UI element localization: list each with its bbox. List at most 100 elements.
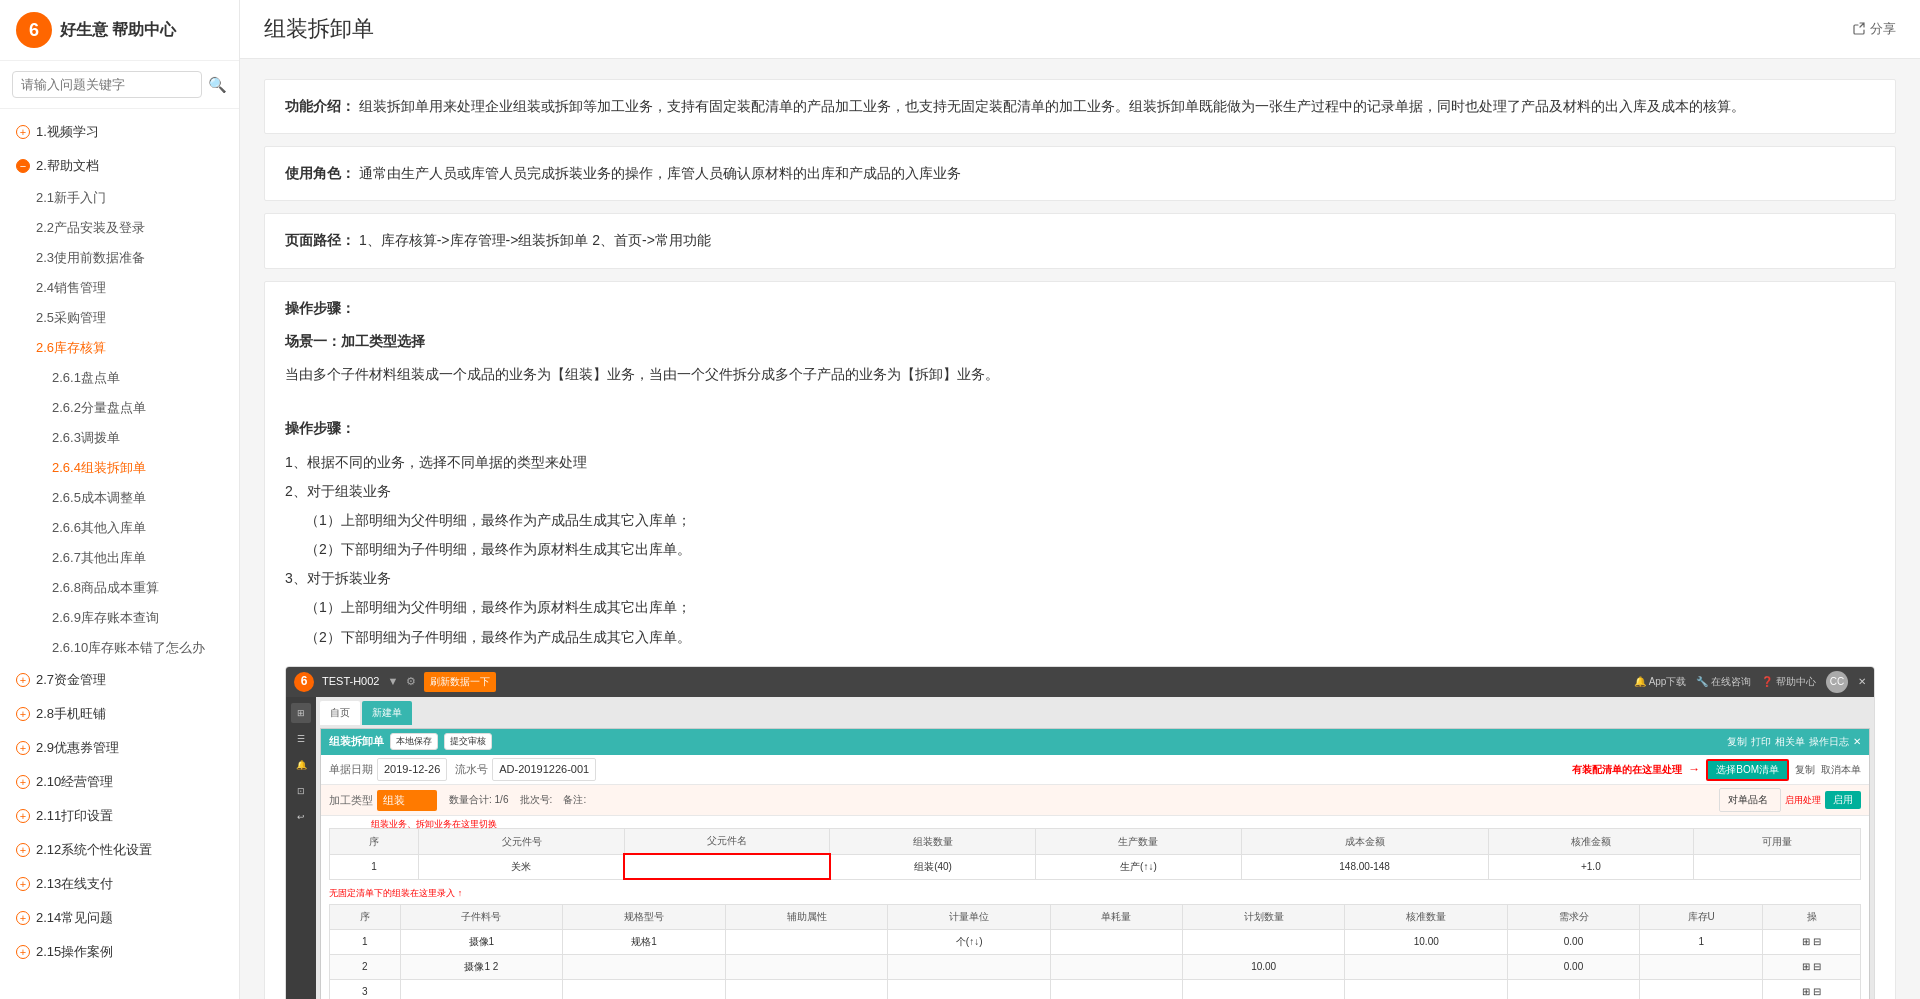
num-val: AD-20191226-001 <box>492 758 596 782</box>
app-title: 好生意 帮助中心 <box>60 20 176 41</box>
sidebar-item-docs-2-4[interactable]: 2.4销售管理 <box>0 273 239 303</box>
main-panel: 组装拆卸单 分享 功能介绍： 组装拆卸单用来处理企业组装或拆卸等加工业务，支持有… <box>240 0 1920 999</box>
sidebar-item-docs-2-5[interactable]: 2.5采购管理 <box>0 303 239 333</box>
scene-desc: 当由多个子件材料组装成一个成品的业务为【组装】业务，当由一个父件拆分成多个子产品… <box>285 362 1875 387</box>
intro-block: 功能介绍： 组装拆卸单用来处理企业组装或拆卸等加工业务，支持有固定装配清单的产品… <box>264 79 1896 134</box>
sim-lower-table: 序 子件料号 规格型号 辅助属性 计量单位 单耗量 计划数量 核 <box>329 904 1861 999</box>
sidebar-item-docs-2-6-2[interactable]: 2.6.2分量盘点单 <box>0 393 239 423</box>
expand-icon <box>16 673 30 687</box>
share-button[interactable]: 分享 <box>1852 20 1896 38</box>
sidebar-item-docs-2-2[interactable]: 2.2产品安装及登录 <box>0 213 239 243</box>
share-icon <box>1852 22 1866 36</box>
sidebar-item-faq[interactable]: 2.14常见问题 <box>0 901 239 935</box>
sidebar-item-settings[interactable]: 2.12系统个性化设置 <box>0 833 239 867</box>
annotation1-text: 有装配清单的在这里处理 <box>1572 761 1682 779</box>
sim-tab-home[interactable]: 自页 <box>320 701 360 725</box>
annotation2-text: 组装业务、拆卸业务在这里切换 <box>371 819 497 829</box>
sim-screenshot: 6 TEST-H002 ▼ ⚙ 刷新数据一下 🔔 App下载 🔧 在线咨询 ❓ … <box>286 667 1874 999</box>
sim-copy-text: 复制 <box>1795 761 1815 779</box>
sim-tab-new[interactable]: 新建单 <box>362 701 412 725</box>
sim-enable-btn[interactable]: 启用 <box>1825 791 1861 809</box>
sidebar-item-docs-2-1[interactable]: 2.1新手入门 <box>0 183 239 213</box>
step2: 2、对于组装业务 <box>285 479 1875 504</box>
role-label: 使用角色： <box>285 165 355 181</box>
date-val: 2019-12-26 <box>377 758 447 782</box>
col-approve-amt: 核准金额 <box>1488 829 1694 855</box>
col-parent-name: 父元件名 <box>624 829 830 855</box>
path-block: 页面路径： 1、库存核算->库存管理->组装拆卸单 2、首页->常用功能 <box>264 213 1896 268</box>
table-row: 2 摄像1 2 10.00 <box>330 955 1861 980</box>
num-label: 流水号 <box>455 760 488 780</box>
sidebar-item-coupon[interactable]: 2.9优惠券管理 <box>0 731 239 765</box>
step3-1: （1）上部明细为父件明细，最终作为原材料生成其它出库单； <box>285 595 1875 620</box>
steps-block: 操作步骤： 场景一：加工类型选择 当由多个子件材料组装成一个成品的业务为【组装】… <box>264 281 1896 999</box>
sidebar-item-docs[interactable]: 2.帮助文档 <box>0 149 239 183</box>
main-content: 功能介绍： 组装拆卸单用来处理企业组装或拆卸等加工业务，支持有固定装配清单的产品… <box>240 59 1920 999</box>
sim-field-num: 流水号 AD-20191226-001 <box>455 758 596 782</box>
sidebar-item-video[interactable]: 1.视频学习 <box>0 115 239 149</box>
sim-bom-btn-wrapper: 选择BOM清单 <box>1706 759 1789 781</box>
sidebar-item-docs-2-6-8[interactable]: 2.6.8商品成本重算 <box>0 573 239 603</box>
sim-field-date: 单据日期 2019-12-26 <box>329 758 447 782</box>
table-row: 1 摄像1 规格1 个(↑↓) 10.00 <box>330 930 1861 955</box>
path-label: 页面路径： <box>285 232 355 248</box>
annotation2-container: 组装业务、拆卸业务在这里切换 <box>371 815 497 833</box>
sidebar-item-ops[interactable]: 2.10经营管理 <box>0 765 239 799</box>
sim-submit-btn[interactable]: 提交审核 <box>444 733 492 750</box>
step2-2: （2）下部明细为子件明细，最终作为原材料生成其它出库单。 <box>285 537 1875 562</box>
sidebar-item-pay[interactable]: 2.13在线支付 <box>0 867 239 901</box>
steps-sub-title: 操作步骤： <box>285 416 1875 441</box>
intro-label: 功能介绍： <box>285 98 355 114</box>
sim-type-field: 加工类型 组装 <box>329 790 437 812</box>
type-label: 加工类型 <box>329 791 373 811</box>
sidebar-item-docs-2-6[interactable]: 2.6库存核算 <box>0 333 239 363</box>
sidebar-item-label: 2.11打印设置 <box>36 807 113 825</box>
expand-icon <box>16 707 30 721</box>
nav-section: 1.视频学习 2.帮助文档 2.1新手入门 2.2产品安装及登录 2.3使用前数… <box>0 109 239 975</box>
step3: 3、对于拆装业务 <box>285 566 1875 591</box>
sim-extra-fields: 数量合计: 1/6 批次号: 备注: <box>449 791 586 809</box>
sidebar-item-mobile[interactable]: 2.8手机旺铺 <box>0 697 239 731</box>
screenshot-container: 6 TEST-H002 ▼ ⚙ 刷新数据一下 🔔 App下载 🔧 在线咨询 ❓ … <box>285 666 1875 999</box>
sidebar-item-docs-2-6-10[interactable]: 2.6.10库存账本错了怎么办 <box>0 633 239 663</box>
sidebar-item-label: 1.视频学习 <box>36 123 99 141</box>
expand-icon <box>16 877 30 891</box>
sim-save-btn[interactable]: 本地保存 <box>390 733 438 750</box>
sidebar-item-label: 2.8手机旺铺 <box>36 705 106 723</box>
sim-enable-area: 对单品名 启用处理 启用 <box>1719 788 1861 812</box>
sidebar-item-docs-2-6-3[interactable]: 2.6.3调拨单 <box>0 423 239 453</box>
sidebar-item-docs-2-6-9[interactable]: 2.6.9库存账本查询 <box>0 603 239 633</box>
sim-enable-field: 对单品名 <box>1719 788 1781 812</box>
sidebar-item-print[interactable]: 2.11打印设置 <box>0 799 239 833</box>
search-input[interactable] <box>12 71 202 98</box>
sidebar-item-docs-2-6-4[interactable]: 2.6.4组装拆卸单 <box>0 453 239 483</box>
step2-1: （1）上部明细为父件明细，最终作为产成品生成其它入库单； <box>285 508 1875 533</box>
sidebar-item-docs-2-3[interactable]: 2.3使用前数据准备 <box>0 243 239 273</box>
sidebar-item-money[interactable]: 2.7资金管理 <box>0 663 239 697</box>
sim-cancel-text: 取消本单 <box>1821 761 1861 779</box>
expand-icon <box>16 125 30 139</box>
collapse-icon <box>16 159 30 173</box>
expand-icon <box>16 809 30 823</box>
sim-tabs-row: 自页 新建单 <box>320 701 1870 725</box>
sim-body: ⊞ ☰ 🔔 ⊡ ↩ 自页 新建单 <box>286 697 1874 999</box>
table-row: 1 关米 组装(40) 生产(↑↓) 148.00-148 +1.0 <box>330 854 1861 879</box>
date-label: 单据日期 <box>329 760 373 780</box>
sim-upper-table: 序 父元件号 父元件名 组装数量 生产数量 成本金额 核准金额 <box>329 828 1861 880</box>
sidebar-item-label: 2.10经营管理 <box>36 773 113 791</box>
sidebar-item-docs-2-6-7[interactable]: 2.6.7其他出库单 <box>0 543 239 573</box>
sidebar-item-docs-2-6-5[interactable]: 2.6.5成本调整单 <box>0 483 239 513</box>
sidebar-item-label: 2.7资金管理 <box>36 671 106 689</box>
sidebar-item-cases[interactable]: 2.15操作案例 <box>0 935 239 969</box>
share-label: 分享 <box>1870 20 1896 38</box>
page-title: 组装拆卸单 <box>264 14 374 44</box>
sim-top-bar: 6 TEST-H002 ▼ ⚙ 刷新数据一下 🔔 App下载 🔧 在线咨询 ❓ … <box>286 667 1874 697</box>
search-button[interactable]: 🔍 <box>208 76 227 94</box>
sim-inner-top: 组装拆卸单 本地保存 提交审核 复制打印相关单操作日志✕ <box>321 729 1869 755</box>
sim-bom-btn[interactable]: 选择BOM清单 <box>1708 761 1787 779</box>
expand-icon <box>16 775 30 789</box>
sidebar-item-docs-2-6-6[interactable]: 2.6.6其他入库单 <box>0 513 239 543</box>
intro-text: 组装拆卸单用来处理企业组装或拆卸等加工业务，支持有固定装配清单的产品加工业务，也… <box>359 98 1745 114</box>
sim-side-icons: ⊞ ☰ 🔔 ⊡ ↩ <box>286 697 316 999</box>
sidebar-item-docs-2-6-1[interactable]: 2.6.1盘点单 <box>0 363 239 393</box>
